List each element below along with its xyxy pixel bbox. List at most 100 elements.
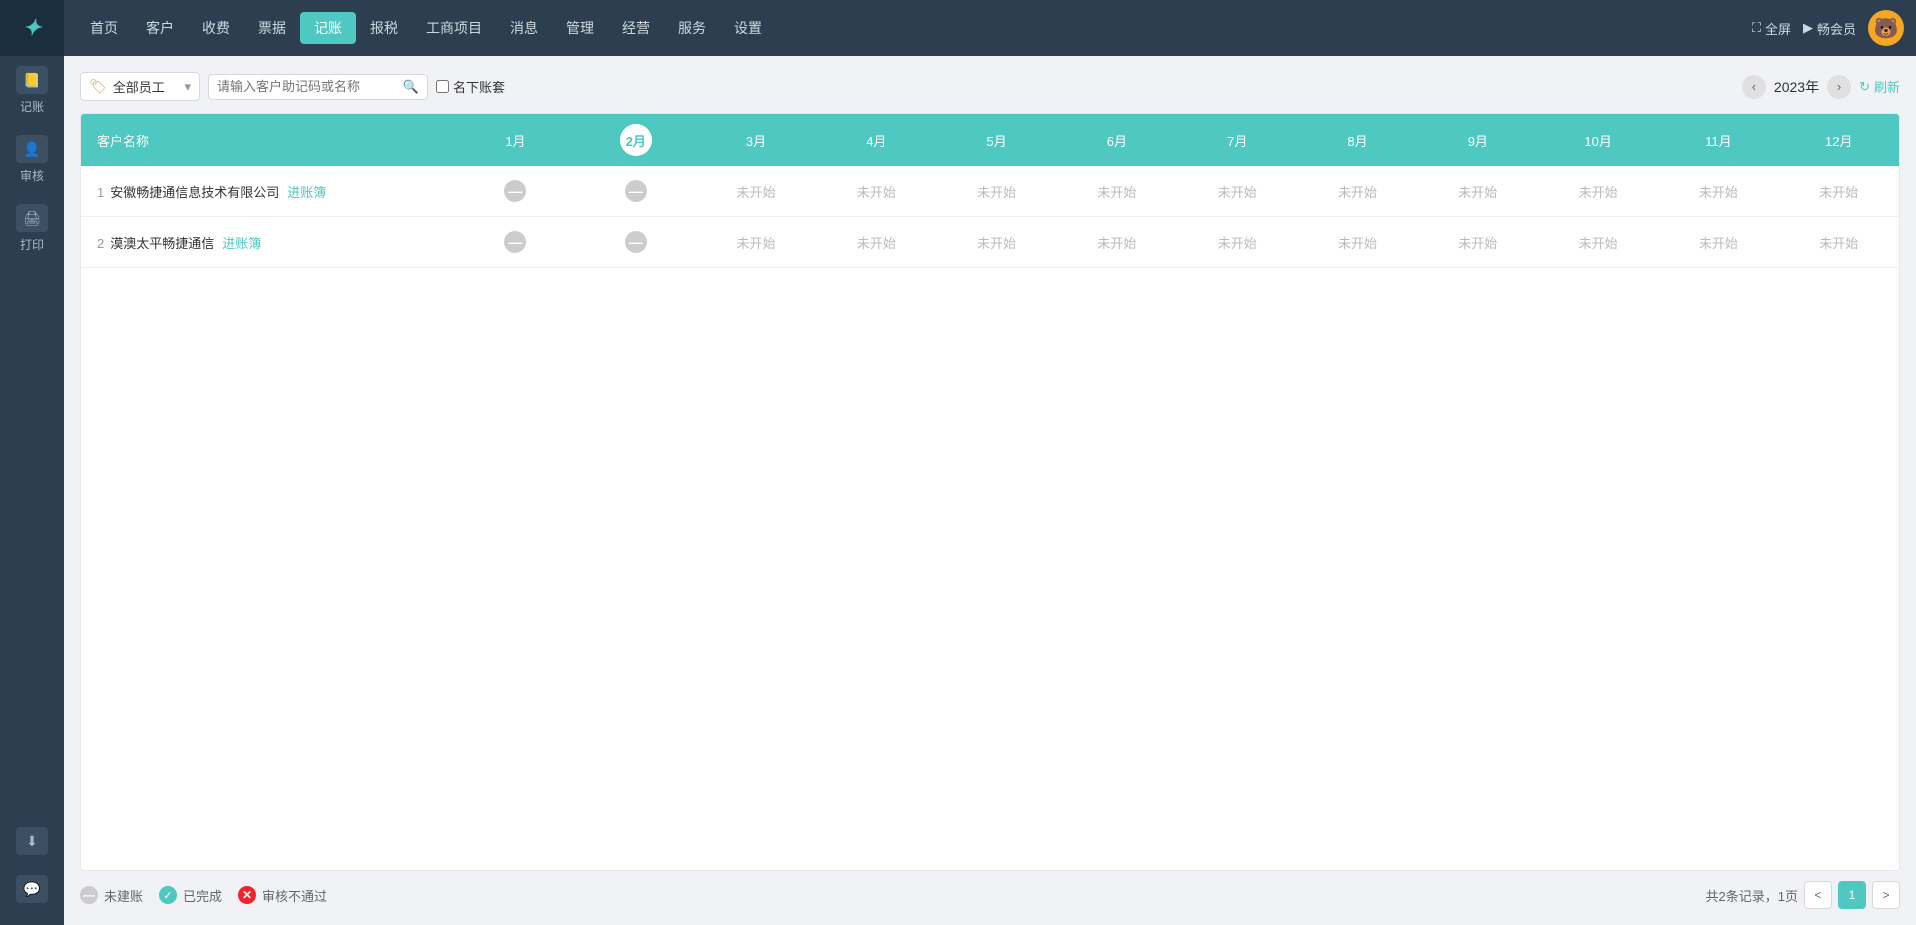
nav-message[interactable]: 消息 <box>496 12 552 44</box>
col-header-jan: 1月 <box>455 114 575 166</box>
dropdown-icon: ▾ <box>184 79 191 95</box>
row-1-month-8: 未开始 <box>1418 217 1538 268</box>
sidebar-item-label-print: 打印 <box>20 236 44 253</box>
legend-item-completed: ✓ 已完成 <box>159 886 222 905</box>
status-not-started: 未开始 <box>1338 185 1377 200</box>
row-1-month-5: 未开始 <box>1057 217 1177 268</box>
nav-operation[interactable]: 经营 <box>608 12 664 44</box>
employee-icon: 🏷 <box>89 78 107 95</box>
nav-tax[interactable]: 报税 <box>356 12 412 44</box>
enter-link[interactable]: 进账簿 <box>287 185 326 200</box>
nav-invoice[interactable]: 票据 <box>244 12 300 44</box>
nav-manage[interactable]: 管理 <box>552 12 608 44</box>
refresh-button[interactable]: ↻ 刷新 <box>1859 77 1900 96</box>
member-button[interactable]: ▶ 畅会员 <box>1803 19 1856 38</box>
sidebar-item-audit[interactable]: 👤 审核 <box>0 125 64 194</box>
nav-business[interactable]: 工商项目 <box>412 12 496 44</box>
employee-select[interactable]: 🏷 全部员工 ▾ <box>80 72 200 101</box>
checkbox-label[interactable]: 名下账套 <box>436 77 505 96</box>
sidebar-item-label-ledger: 记账 <box>20 98 44 115</box>
row-0-month-1: — <box>576 166 696 217</box>
row-0-month-6: 未开始 <box>1177 166 1297 217</box>
status-not-started: 未开始 <box>1819 236 1858 251</box>
nav-ledger[interactable]: 记账 <box>300 12 356 44</box>
row-1-month-2: 未开始 <box>696 217 816 268</box>
page-next-button[interactable]: > <box>1872 881 1900 909</box>
status-not-started: 未开始 <box>1097 236 1136 251</box>
topnav: 首页 客户 收费 票据 记账 报税 工商项目 消息 管理 经营 服务 设置 ⛶ … <box>64 0 1916 56</box>
fullscreen-label: 全屏 <box>1765 19 1791 38</box>
sidebar-item-download[interactable]: ⬇ <box>0 817 64 865</box>
footer: — 未建账 ✓ 已完成 ✕ 审核不通过 共2条记录，1页 < 1 > <box>80 871 1900 909</box>
current-month-circle: 2月 <box>620 124 652 156</box>
legend-icon-green: ✓ <box>159 886 177 904</box>
status-dash: — <box>625 180 647 202</box>
col-header-dec: 12月 <box>1779 114 1899 166</box>
search-icon[interactable]: 🔍 <box>403 79 419 95</box>
ledger-icon: 📒 <box>16 66 48 94</box>
nav-customer[interactable]: 客户 <box>132 12 188 44</box>
status-not-started: 未开始 <box>1458 185 1497 200</box>
row-1-month-1: — <box>576 217 696 268</box>
status-not-started: 未开始 <box>857 236 896 251</box>
row-0-month-10: 未开始 <box>1658 166 1778 217</box>
legend-item-not-built: — 未建账 <box>80 886 143 905</box>
company-name: 安徽畅捷通信息技术有限公司 <box>110 185 279 200</box>
avatar[interactable]: 🐻 <box>1868 10 1904 46</box>
status-not-started: 未开始 <box>1338 236 1377 251</box>
page-1-button[interactable]: 1 <box>1838 881 1866 909</box>
status-dash: — <box>504 231 526 253</box>
row-0-month-5: 未开始 <box>1057 166 1177 217</box>
status-not-started: 未开始 <box>1699 185 1738 200</box>
row-0-name-cell: 1 安徽畅捷通信息技术有限公司进账簿 <box>81 166 455 217</box>
nav-settings[interactable]: 设置 <box>720 12 776 44</box>
nav-service[interactable]: 服务 <box>664 12 720 44</box>
col-header-sep: 9月 <box>1418 114 1538 166</box>
support-icon: 💬 <box>16 875 48 903</box>
fullscreen-icon: ⛶ <box>1752 20 1761 36</box>
col-header-aug: 8月 <box>1297 114 1417 166</box>
row-0-month-9: 未开始 <box>1538 166 1658 217</box>
year-next-button[interactable]: › <box>1827 75 1851 99</box>
page-content: 🏷 全部员工 ▾ 🔍 名下账套 ‹ 2023年 › ↻ 刷新 <box>64 56 1916 925</box>
sidebar-item-ledger[interactable]: 📒 记账 <box>0 56 64 125</box>
table-row: 1 安徽畅捷通信息技术有限公司进账簿 — — 未开始 未开始 未开始 未开始 未开始 未开始 未开始… <box>81 166 1899 217</box>
status-dash: — <box>625 231 647 253</box>
legend-label-completed: 已完成 <box>183 886 222 905</box>
row-1-name-cell: 2 漠澳太平畅捷通信进账簿 <box>81 217 455 268</box>
checkbox-mingxia[interactable] <box>436 80 449 93</box>
col-header-name: 客户名称 <box>81 114 455 166</box>
status-not-started: 未开始 <box>1819 185 1858 200</box>
enter-link[interactable]: 进账簿 <box>222 236 261 251</box>
col-header-apr: 4月 <box>816 114 936 166</box>
legend-icon-red: ✕ <box>238 886 256 904</box>
row-num: 2 <box>97 236 104 251</box>
sidebar-item-support[interactable]: 💬 <box>0 865 64 913</box>
year-display: 2023年 <box>1774 77 1819 97</box>
row-num: 1 <box>97 185 104 200</box>
refresh-label: 刷新 <box>1874 77 1900 96</box>
search-box: 🔍 <box>208 74 428 100</box>
print-icon: 🖨 <box>16 204 48 232</box>
row-1-month-0: — <box>455 217 575 268</box>
nav-home[interactable]: 首页 <box>76 12 132 44</box>
row-0-month-2: 未开始 <box>696 166 816 217</box>
search-input[interactable] <box>217 79 403 94</box>
employee-label: 全部员工 <box>113 77 165 96</box>
fullscreen-button[interactable]: ⛶ 全屏 <box>1752 19 1791 38</box>
company-name: 漠澳太平畅捷通信 <box>110 236 214 251</box>
audit-icon: 👤 <box>16 135 48 163</box>
sidebar-item-print[interactable]: 🖨 打印 <box>0 194 64 263</box>
col-header-jun: 6月 <box>1057 114 1177 166</box>
row-1-month-10: 未开始 <box>1658 217 1778 268</box>
table-container: 客户名称 1月 2月 3月 4月 5月 6月 7月 8月 <box>80 113 1900 871</box>
legend-icon-gray: — <box>80 886 98 904</box>
row-0-month-0: — <box>455 166 575 217</box>
status-not-started: 未开始 <box>1218 185 1257 200</box>
page-prev-button[interactable]: < <box>1804 881 1832 909</box>
legend: — 未建账 ✓ 已完成 ✕ 审核不通过 <box>80 886 327 905</box>
nav-billing[interactable]: 收费 <box>188 12 244 44</box>
year-prev-button[interactable]: ‹ <box>1742 75 1766 99</box>
status-dash: — <box>504 180 526 202</box>
sidebar-item-label-audit: 审核 <box>20 167 44 184</box>
